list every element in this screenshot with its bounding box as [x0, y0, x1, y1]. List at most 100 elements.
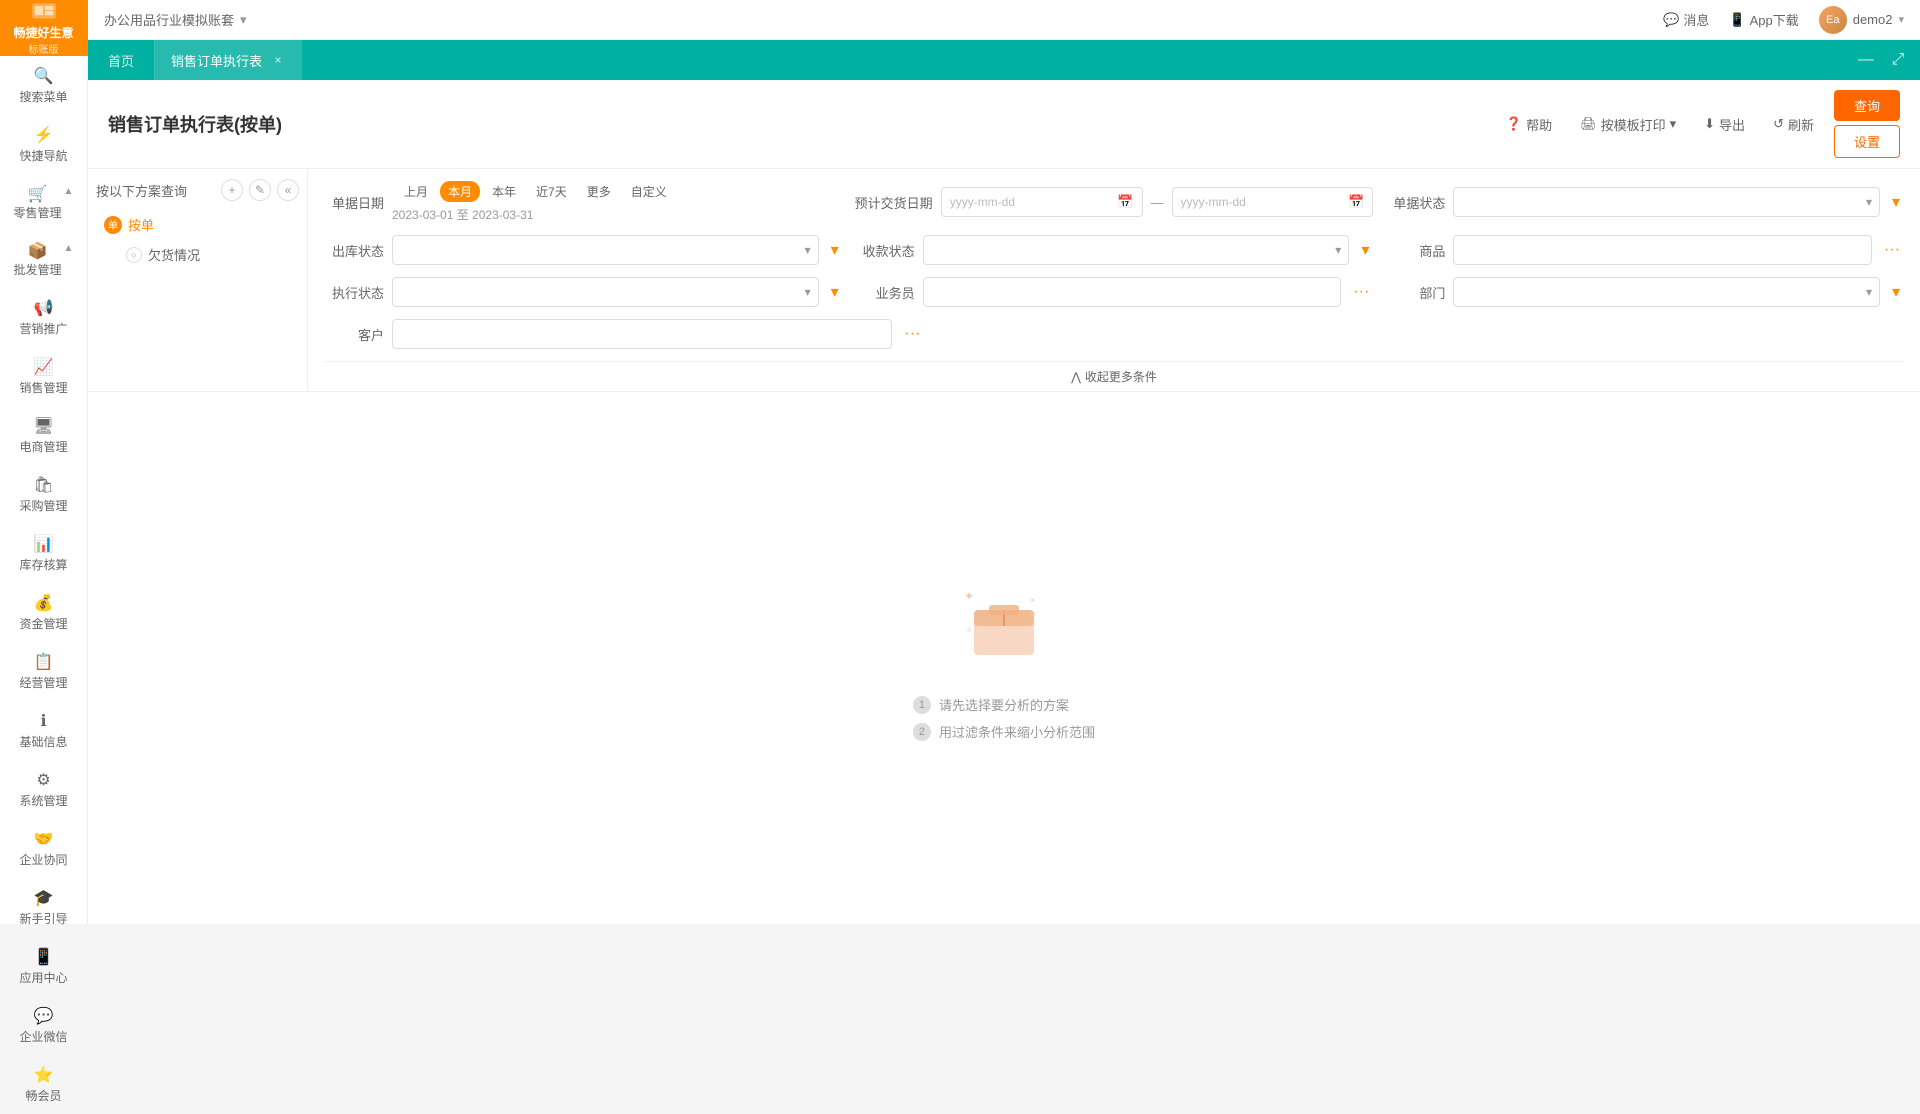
- goods-picker-icon[interactable]: ···: [1880, 241, 1904, 259]
- date-btn-custom[interactable]: 自定义: [623, 181, 675, 202]
- sidebar-label-sales: 销售管理: [19, 379, 67, 396]
- wechat-icon: 💬: [34, 1006, 54, 1026]
- page-header: 销售订单执行表(按单) ❓ 帮助 🖨 按模板打印 ▾ ⬇ 导出 ↺ 刷新: [88, 80, 1920, 169]
- operation-icon: 📋: [34, 652, 54, 672]
- docstatus-select[interactable]: [1453, 187, 1880, 217]
- empty-state: ✦ ✦ 1 请先选择要分析的方案 2 用过滤条件来缩小分析范围: [88, 392, 1920, 924]
- sidebar-item-retail[interactable]: 🛒 零售管理 ▲: [0, 174, 87, 231]
- scheme-subitem-quhuo[interactable]: ○ 欠货情况: [96, 240, 299, 269]
- sidebar-item-wechat[interactable]: 💬 企业微信: [0, 996, 87, 1055]
- retail-icon: 🛒: [28, 184, 48, 204]
- date-btn-thismonth[interactable]: 本月: [440, 181, 480, 202]
- sidebar-item-search[interactable]: 🔍 搜索菜单: [0, 56, 87, 115]
- customer-picker-icon[interactable]: ···: [900, 325, 924, 343]
- date-btn-more[interactable]: 更多: [579, 181, 619, 202]
- app-download-button[interactable]: 📱 App下载: [1729, 10, 1798, 29]
- tab-collapse-button[interactable]: —: [1852, 46, 1880, 74]
- paymentstatus-select[interactable]: [923, 235, 1350, 265]
- deliverydate-label: 预计交货日期: [855, 193, 933, 212]
- help-button[interactable]: ❓ 帮助: [1498, 111, 1560, 138]
- deliverydate-start[interactable]: yyyy-mm-dd 📅: [941, 187, 1143, 217]
- finance-icon: 💰: [34, 593, 54, 613]
- filter-field-customer: 客户 ···: [324, 319, 924, 349]
- calendar-start-icon: 📅: [1117, 194, 1133, 210]
- scheme-title-text: 按以下方案查询: [96, 181, 187, 200]
- tab-expand-button[interactable]: ⤢: [1884, 46, 1912, 74]
- scheme-item-bandan[interactable]: 单 按单: [96, 209, 299, 240]
- query-button[interactable]: 查询: [1834, 90, 1900, 121]
- filter-conditions: 单据日期 上月 本月 本年 近7天 更多 自定义 2023-03-01 至 20…: [308, 169, 1920, 391]
- sidebar-item-appcenter[interactable]: 📱 应用中心: [0, 937, 87, 996]
- tip-num-1: 1: [913, 696, 931, 714]
- execstatus-select[interactable]: [392, 277, 819, 307]
- scheme-collapse-button[interactable]: «: [277, 179, 299, 201]
- print-button[interactable]: 🖨 按模板打印 ▾: [1572, 111, 1684, 138]
- sidebar-item-purchase[interactable]: 🛍 采购管理: [0, 465, 87, 524]
- sidebar-label-retail: 零售管理: [14, 204, 62, 221]
- goods-input[interactable]: [1453, 235, 1872, 265]
- tab-home[interactable]: 首页: [88, 40, 155, 80]
- system-icon: ⚙: [36, 770, 50, 790]
- message-button[interactable]: 💬 消息: [1663, 10, 1709, 29]
- filter-row-4: 客户 ···: [324, 319, 1904, 349]
- filter-field-salesperson: 业务员 ···: [855, 277, 1374, 307]
- sidebar-item-enterprise[interactable]: 🤝 企业协同: [0, 819, 87, 878]
- sidebar-label-search: 搜索菜单: [19, 88, 67, 105]
- sidebar-item-wholesale[interactable]: 📦 批发管理 ▲: [0, 231, 87, 288]
- sidebar: 畅捷好生意 标账版 🔍 搜索菜单 ⚡ 快捷导航 🛒 零售管理 ▲ 📦 批发管理 …: [0, 0, 88, 924]
- page-actions: ❓ 帮助 🖨 按模板打印 ▾ ⬇ 导出 ↺ 刷新 查询: [1498, 90, 1900, 158]
- user-menu[interactable]: Ea demo2 ▾: [1819, 6, 1904, 34]
- sidebar-item-guide[interactable]: 🎓 新手引导: [0, 878, 87, 937]
- help-label: 帮助: [1526, 115, 1552, 134]
- sidebar-label-basic: 基础信息: [19, 733, 67, 750]
- tab-bar-actions: — ⤢: [1852, 46, 1920, 74]
- refresh-button[interactable]: ↺ 刷新: [1765, 111, 1822, 138]
- breadcrumb-chevron[interactable]: ▾: [240, 12, 247, 28]
- collapse-conditions-button[interactable]: ⋀ 收起更多条件: [324, 361, 1904, 391]
- scheme-item-icon-bandan: 单: [104, 216, 122, 234]
- date-btn-lastmonth[interactable]: 上月: [396, 181, 436, 202]
- scheme-add-button[interactable]: +: [221, 179, 243, 201]
- sidebar-item-operation[interactable]: 📋 经营管理: [0, 642, 87, 701]
- filter-row-3: 执行状态 ▾ 业务员 ···: [324, 277, 1904, 307]
- salesperson-input[interactable]: [923, 277, 1342, 307]
- header-actions: 💬 消息 📱 App下载 Ea demo2 ▾: [1663, 6, 1904, 34]
- filter-scheme-panel: 按以下方案查询 + ✎ « 单: [88, 169, 308, 391]
- user-avatar: Ea: [1819, 6, 1847, 34]
- paymentstatus-label: 收款状态: [855, 241, 915, 260]
- sidebar-label-guide: 新手引导: [19, 910, 67, 927]
- docstatus-expand-icon[interactable]: ▾: [1888, 192, 1904, 212]
- sidebar-label-wholesale: 批发管理: [14, 261, 62, 278]
- settings-button[interactable]: 设置: [1834, 125, 1900, 158]
- sidebar-item-inventory[interactable]: 📊 库存核算: [0, 524, 87, 583]
- docstatus-select-wrapper: [1453, 187, 1880, 217]
- sidebar-item-marketing[interactable]: 📢 营销推广: [0, 288, 87, 347]
- date-btn-thisyear[interactable]: 本年: [484, 181, 524, 202]
- customer-input[interactable]: [392, 319, 892, 349]
- department-select[interactable]: [1453, 277, 1880, 307]
- app-download-label: App下载: [1750, 10, 1799, 29]
- tab-active-salesorder[interactable]: 销售订单执行表 ×: [155, 40, 302, 80]
- outstatus-select-wrapper: [392, 235, 819, 265]
- tab-close-button[interactable]: ×: [270, 52, 286, 68]
- export-button[interactable]: ⬇ 导出: [1696, 111, 1753, 138]
- sidebar-item-system[interactable]: ⚙ 系统管理: [0, 760, 87, 819]
- scheme-edit-button[interactable]: ✎: [249, 179, 271, 201]
- date-btn-7days[interactable]: 近7天: [528, 181, 575, 202]
- scheme-item-label-bandan: 按单: [128, 215, 154, 234]
- user-name: demo2: [1853, 12, 1893, 27]
- salesperson-picker-icon[interactable]: ···: [1349, 283, 1373, 301]
- svg-text:✦: ✦: [1029, 596, 1036, 605]
- sidebar-item-basic[interactable]: ℹ 基础信息: [0, 701, 87, 760]
- sidebar-item-quicknav[interactable]: ⚡ 快捷导航: [0, 115, 87, 174]
- empty-illustration: ✦ ✦: [954, 575, 1054, 675]
- sidebar-item-finance[interactable]: 💰 资金管理: [0, 583, 87, 642]
- date-quick-buttons: 上月 本月 本年 近7天 更多 自定义: [396, 181, 843, 202]
- deliverydate-end[interactable]: yyyy-mm-dd 📅: [1172, 187, 1374, 217]
- goods-label: 商品: [1385, 241, 1445, 260]
- outstatus-select[interactable]: [392, 235, 819, 265]
- app-logo[interactable]: 畅捷好生意 标账版: [0, 0, 88, 56]
- sidebar-item-ecommerce[interactable]: 🖥 电商管理: [0, 406, 87, 465]
- sidebar-item-sales[interactable]: 📈 销售管理: [0, 347, 87, 406]
- sidebar-item-member[interactable]: ⭐ 畅会员: [0, 1055, 87, 1114]
